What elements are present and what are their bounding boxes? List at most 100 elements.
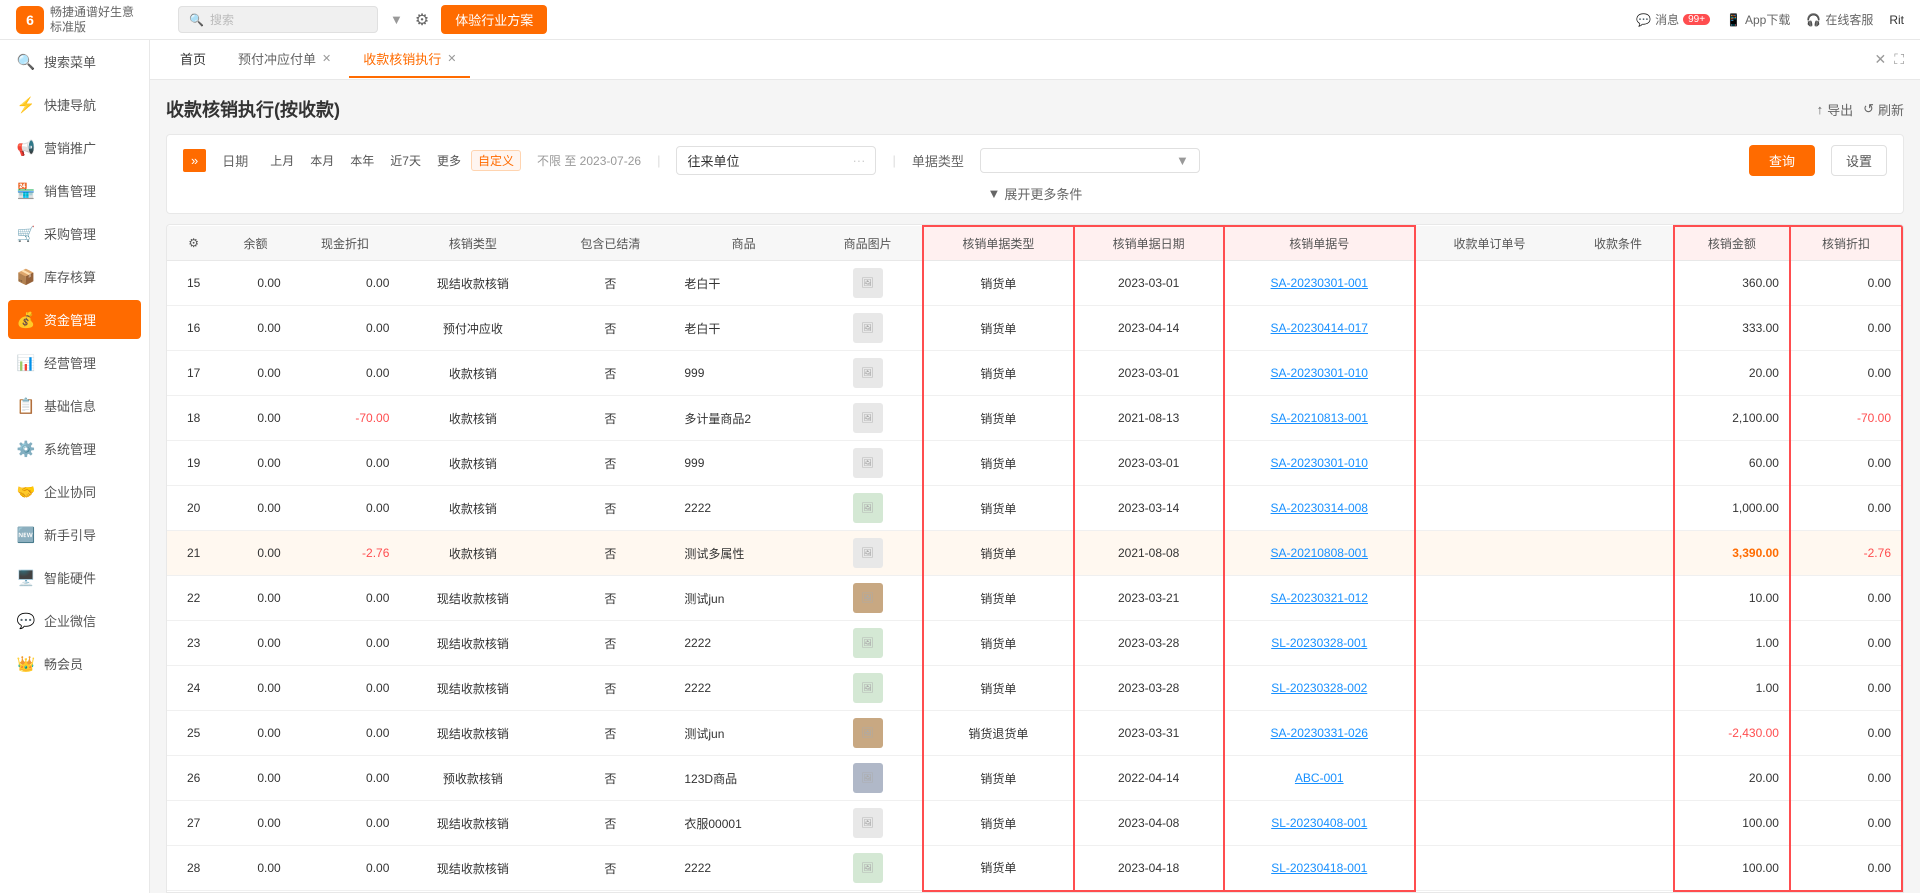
cell-writeoff-discount: 0.00 xyxy=(1790,351,1902,396)
sidebar-item-quicknav[interactable]: ⚡ 快捷导航 xyxy=(0,83,149,126)
gear-settings-button[interactable]: ⚙ xyxy=(415,10,429,30)
tab-writeoff[interactable]: 收款核销执行 ✕ xyxy=(349,41,470,78)
export-button[interactable]: ↑ 导出 xyxy=(1817,100,1854,119)
tab-close-all-button[interactable]: ✕ xyxy=(1874,51,1886,68)
col-header-settings[interactable]: ⚙ xyxy=(167,226,220,261)
sidebar-item-enterprise[interactable]: 🤝 企业协同 xyxy=(0,470,149,513)
tab-home[interactable]: 首页 xyxy=(166,41,220,78)
sidebar-item-finance[interactable]: 💰 资金管理 xyxy=(8,300,141,339)
cell-writeoff-bill-date: 2023-04-08 xyxy=(1074,801,1224,846)
cell-writeoff-discount: 0.00 xyxy=(1790,261,1902,306)
cell-cash-discount: 0.00 xyxy=(291,576,400,621)
col-header-cash-discount: 现金折扣 xyxy=(291,226,400,261)
cell-writeoff-bill-no[interactable]: ABC-001 xyxy=(1224,756,1415,801)
sidebar-label-system: 系统管理 xyxy=(44,439,96,458)
table-row: 18 0.00 -70.00 收款核销 否 多计量商品2 🖼 销货单 2021-… xyxy=(167,396,1902,441)
more-date-btn[interactable]: 更多 xyxy=(431,150,467,171)
sidebar-item-inventory[interactable]: 📦 库存核算 xyxy=(0,255,149,298)
sidebar-item-marketing[interactable]: 📢 营销推广 xyxy=(0,126,149,169)
cell-writeoff-bill-type: 销货单 xyxy=(923,396,1073,441)
sidebar-item-basicinfo[interactable]: 📋 基础信息 xyxy=(0,384,149,427)
cell-writeoff-bill-no[interactable]: SL-20230328-002 xyxy=(1224,666,1415,711)
expand-more-conditions[interactable]: ▼ 展开更多条件 xyxy=(988,184,1083,203)
sidebar-item-system[interactable]: ⚙️ 系统管理 xyxy=(0,427,149,470)
custom-date-label[interactable]: 自定义 xyxy=(471,150,521,171)
cell-writeoff-bill-no[interactable]: SA-20230321-012 xyxy=(1224,576,1415,621)
counterpart-select[interactable]: 往来单位 ··· xyxy=(676,146,876,175)
last-7days-btn[interactable]: 近7天 xyxy=(384,150,427,171)
tab-expand-button[interactable]: ⛶ xyxy=(1894,51,1904,68)
cell-balance: 0.00 xyxy=(220,396,290,441)
cell-writeoff-type: 现结收款核销 xyxy=(399,711,546,756)
table-row: 15 0.00 0.00 现结收款核销 否 老白干 🖼 销货单 2023-03-… xyxy=(167,261,1902,306)
sidebar-item-hardware[interactable]: 🖥️ 智能硬件 xyxy=(0,556,149,599)
cell-cash-discount: 0.00 xyxy=(291,306,400,351)
tab-prepay[interactable]: 预付冲应付单 ✕ xyxy=(224,41,345,78)
cell-writeoff-bill-no[interactable]: SA-20230331-026 xyxy=(1224,711,1415,756)
cell-writeoff-bill-date: 2023-03-01 xyxy=(1074,351,1224,396)
page-title: 收款核销执行(按收款) xyxy=(166,96,340,122)
this-year-btn[interactable]: 本年 xyxy=(344,150,380,171)
cell-writeoff-amount: 1.00 xyxy=(1674,666,1790,711)
cell-include-settled: 否 xyxy=(546,351,674,396)
cell-writeoff-bill-no[interactable]: SL-20230418-001 xyxy=(1224,846,1415,891)
cell-writeoff-type: 收款核销 xyxy=(399,531,546,576)
cell-writeoff-bill-no[interactable]: SA-20230314-008 xyxy=(1224,486,1415,531)
settings-button[interactable]: 设置 xyxy=(1831,145,1887,176)
cell-writeoff-bill-no[interactable]: SL-20230328-001 xyxy=(1224,621,1415,666)
cell-writeoff-bill-no[interactable]: SA-20230414-017 xyxy=(1224,306,1415,351)
cell-goods: 老白干 xyxy=(674,261,813,306)
col-header-balance: 余额 xyxy=(220,226,290,261)
filter-collapse-button[interactable]: » xyxy=(183,149,206,172)
sidebar-item-sales[interactable]: 🏪 销售管理 xyxy=(0,169,149,212)
inventory-icon: 📦 xyxy=(16,268,36,286)
sidebar-item-guide[interactable]: 🆕 新手引导 xyxy=(0,513,149,556)
sidebar-item-wechat[interactable]: 💬 企业微信 xyxy=(0,599,149,642)
cell-writeoff-bill-no[interactable]: SA-20230301-010 xyxy=(1224,441,1415,486)
cell-cash-discount: 0.00 xyxy=(291,846,400,891)
system-icon: ⚙️ xyxy=(16,440,36,458)
cell-goods: 测试jun xyxy=(674,711,813,756)
tab-writeoff-close[interactable]: ✕ xyxy=(447,52,456,65)
cell-goods: 2222 xyxy=(674,486,813,531)
refresh-button[interactable]: ↺ 刷新 xyxy=(1863,100,1904,119)
cell-writeoff-bill-no[interactable]: SL-20230408-001 xyxy=(1224,801,1415,846)
solution-button[interactable]: 体验行业方案 xyxy=(441,5,547,34)
cell-writeoff-bill-no[interactable]: SA-20210813-001 xyxy=(1224,396,1415,441)
tab-writeoff-label: 收款核销执行 xyxy=(363,49,441,68)
col-header-receipt-order-no: 收款单订单号 xyxy=(1415,226,1564,261)
sidebar-item-search[interactable]: 🔍 搜索菜单 xyxy=(0,40,149,83)
cell-writeoff-type: 现结收款核销 xyxy=(399,621,546,666)
cell-writeoff-bill-type: 销货单 xyxy=(923,306,1073,351)
last-month-btn[interactable]: 上月 xyxy=(264,150,300,171)
cell-writeoff-bill-date: 2023-03-31 xyxy=(1074,711,1224,756)
cell-goods-image: 🖼 xyxy=(813,576,923,621)
cell-writeoff-bill-no[interactable]: SA-20210808-001 xyxy=(1224,531,1415,576)
cell-writeoff-bill-no[interactable]: SA-20230301-010 xyxy=(1224,351,1415,396)
cell-balance: 0.00 xyxy=(220,351,290,396)
message-icon: 💬 xyxy=(1636,13,1651,27)
cell-balance: 0.00 xyxy=(220,666,290,711)
cell-goods-image: 🖼 xyxy=(813,711,923,756)
cell-writeoff-amount: 100.00 xyxy=(1674,801,1790,846)
logo-text: 畅捷通谱好生意标准版 xyxy=(50,5,134,34)
sidebar-label-wechat: 企业微信 xyxy=(44,611,96,630)
search-box[interactable]: 🔍 搜索 xyxy=(178,6,378,33)
sidebar-item-operations[interactable]: 📊 经营管理 xyxy=(0,341,149,384)
sidebar-label-search: 搜索菜单 xyxy=(44,52,96,71)
cell-goods: 衣服00001 xyxy=(674,801,813,846)
cell-include-settled: 否 xyxy=(546,441,674,486)
bill-type-select[interactable]: ▼ xyxy=(980,148,1200,173)
online-support-area[interactable]: 🎧 在线客服 xyxy=(1806,11,1873,28)
query-button[interactable]: 查询 xyxy=(1749,145,1815,176)
app-download-area[interactable]: 📱 App下载 xyxy=(1726,11,1790,28)
cell-writeoff-bill-no[interactable]: SA-20230301-001 xyxy=(1224,261,1415,306)
cell-writeoff-bill-type: 销货单 xyxy=(923,576,1073,621)
notifications-area[interactable]: 💬 消息 99+ xyxy=(1636,11,1710,28)
sidebar-item-purchase[interactable]: 🛒 采购管理 xyxy=(0,212,149,255)
cell-receipt-condition xyxy=(1563,801,1673,846)
cell-include-settled: 否 xyxy=(546,666,674,711)
sidebar-item-member[interactable]: 👑 畅会员 xyxy=(0,642,149,685)
tab-prepay-close[interactable]: ✕ xyxy=(322,52,331,65)
this-month-btn[interactable]: 本月 xyxy=(304,150,340,171)
